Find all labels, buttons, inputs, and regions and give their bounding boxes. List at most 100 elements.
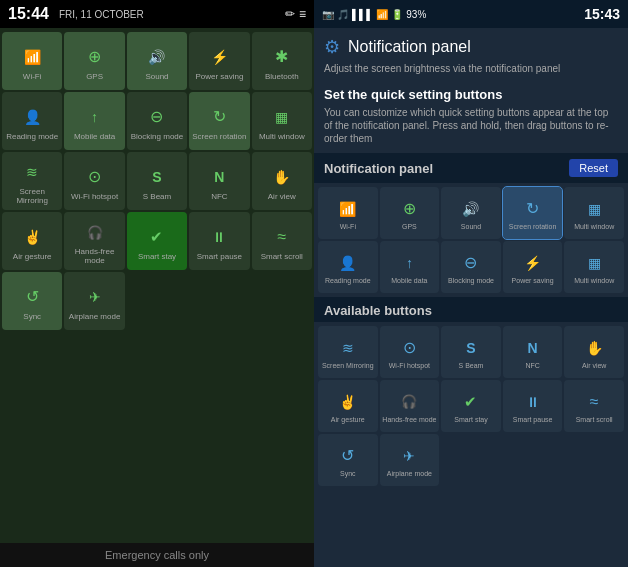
- right-item-power[interactable]: Power saving: [503, 241, 563, 293]
- smartpause-icon: [205, 223, 233, 251]
- quick-label-sync: Sync: [23, 313, 41, 322]
- quick-item-gesture[interactable]: Air gesture: [2, 212, 62, 270]
- right-item-blocking[interactable]: Blocking mode: [441, 241, 501, 293]
- right-item-rotation[interactable]: Screen rotation: [503, 187, 563, 239]
- panel-header-label: Notification panel: [324, 161, 433, 176]
- sync-icon: [18, 283, 46, 311]
- avail-mirror[interactable]: Screen Mirroring: [318, 326, 378, 378]
- section1-title: Set the quick setting buttons: [314, 81, 628, 106]
- avail-gesture[interactable]: Air gesture: [318, 380, 378, 432]
- nfc-icon: [205, 163, 233, 191]
- right-label-blocking: Blocking mode: [448, 277, 494, 285]
- active-buttons-grid: Wi-Fi GPS Sound Screen rotation Multi wi…: [314, 185, 628, 295]
- quick-item-mirror[interactable]: Screen Mirroring: [2, 152, 62, 210]
- quick-item-smartstay[interactable]: Smart stay: [127, 212, 187, 270]
- quick-label-hotspot: Wi-Fi hotspot: [71, 193, 118, 202]
- gps-icon: [81, 43, 109, 71]
- left-status-bar: 15:44 FRI, 11 OCTOBER ✏ ≡: [0, 0, 314, 28]
- left-status-icons: ✏ ≡: [285, 7, 306, 21]
- avail-sync[interactable]: Sync: [318, 434, 378, 486]
- right-label-wifi: Wi-Fi: [340, 223, 356, 231]
- reset-button[interactable]: Reset: [569, 159, 618, 177]
- avail-label-airplane: Airplane mode: [387, 470, 432, 478]
- sound-icon: [143, 43, 171, 71]
- avail-airview[interactable]: Air view: [564, 326, 624, 378]
- quick-item-wifi[interactable]: Wi-Fi: [2, 32, 62, 90]
- quick-label-bluetooth: Bluetooth: [265, 73, 299, 82]
- right-gps-icon: [397, 197, 421, 221]
- avail-nfc-icon: [521, 336, 545, 360]
- quick-item-bluetooth[interactable]: Bluetooth: [252, 32, 312, 90]
- blocking-icon: [143, 103, 171, 131]
- multi-icon: [268, 103, 296, 131]
- quick-item-hotspot[interactable]: Wi-Fi hotspot: [64, 152, 124, 210]
- quick-label-smartstay: Smart stay: [138, 253, 176, 262]
- quick-item-blocking[interactable]: Blocking mode: [127, 92, 187, 150]
- avail-sbeam[interactable]: S Beam: [441, 326, 501, 378]
- right-item-mobile[interactable]: Mobile data: [380, 241, 440, 293]
- quick-label-airplane: Airplane mode: [69, 313, 121, 322]
- avail-nfc[interactable]: NFC: [503, 326, 563, 378]
- avail-hotspot[interactable]: Wi-Fi hotspot: [380, 326, 440, 378]
- quick-label-smartscroll: Smart scroll: [261, 253, 303, 262]
- avail-airplane[interactable]: Airplane mode: [380, 434, 440, 486]
- right-label-multi2: Multi window: [574, 277, 614, 285]
- right-panel: 📷 🎵 ▌▌▌ 📶 🔋 93% 15:43 ⚙ Notification pan…: [314, 0, 628, 567]
- avail-smartpause[interactable]: Smart pause: [503, 380, 563, 432]
- quick-item-sbeam[interactable]: S Beam: [127, 152, 187, 210]
- right-item-reading[interactable]: Reading mode: [318, 241, 378, 293]
- quick-label-nfc: NFC: [211, 193, 227, 202]
- quick-item-gps[interactable]: GPS: [64, 32, 124, 90]
- avail-label-sbeam: S Beam: [459, 362, 484, 370]
- avail-label-smartpause: Smart pause: [513, 416, 553, 424]
- right-item-multi2[interactable]: Multi window: [564, 241, 624, 293]
- quick-item-rotation[interactable]: Screen rotation: [189, 92, 249, 150]
- quick-item-nfc[interactable]: NFC: [189, 152, 249, 210]
- avail-handsfree-icon: [397, 390, 421, 414]
- avail-smartscroll[interactable]: Smart scroll: [564, 380, 624, 432]
- quick-item-multi[interactable]: Multi window: [252, 92, 312, 150]
- quick-label-sound: Sound: [145, 73, 168, 82]
- sbeam-icon: [143, 163, 171, 191]
- emergency-calls-label: Emergency calls only: [0, 543, 314, 567]
- right-item-wifi[interactable]: Wi-Fi: [318, 187, 378, 239]
- right-rotation-icon: [521, 197, 545, 221]
- right-label-gps: GPS: [402, 223, 417, 231]
- avail-label-hotspot: Wi-Fi hotspot: [389, 362, 430, 370]
- right-mobile-icon: [397, 251, 421, 275]
- quick-item-sound[interactable]: Sound: [127, 32, 187, 90]
- right-sound-icon: [459, 197, 483, 221]
- quick-item-mobile[interactable]: Mobile data: [64, 92, 124, 150]
- right-blocking-icon: [459, 251, 483, 275]
- quick-label-wifi: Wi-Fi: [23, 73, 42, 82]
- avail-handsfree[interactable]: Hands-free mode: [380, 380, 440, 432]
- avail-label-mirror: Screen Mirroring: [322, 362, 374, 370]
- hotspot-icon: [81, 163, 109, 191]
- avail-smartpause-icon: [521, 390, 545, 414]
- right-item-multi[interactable]: Multi window: [564, 187, 624, 239]
- menu-icon: ≡: [299, 7, 306, 21]
- left-date: FRI, 11 OCTOBER: [59, 9, 144, 20]
- quick-label-multi: Multi window: [259, 133, 305, 142]
- quick-item-airplane[interactable]: Airplane mode: [64, 272, 124, 330]
- quick-item-smartscroll[interactable]: Smart scroll: [252, 212, 312, 270]
- quick-item-sync[interactable]: Sync: [2, 272, 62, 330]
- battery-percent: 93%: [406, 9, 426, 20]
- quick-item-reading[interactable]: Reading mode: [2, 92, 62, 150]
- smartscroll-icon: [268, 223, 296, 251]
- section1-desc: You can customize which quick setting bu…: [314, 106, 628, 151]
- avail-smartstay[interactable]: Smart stay: [441, 380, 501, 432]
- notification-header: ⚙ Notification panel: [314, 28, 628, 62]
- quick-label-reading: Reading mode: [6, 133, 58, 142]
- quick-item-power[interactable]: Power saving: [189, 32, 249, 90]
- notification-panel-title: Notification panel: [348, 38, 471, 56]
- quick-item-handsfree[interactable]: Hands-free mode: [64, 212, 124, 270]
- right-item-gps[interactable]: GPS: [380, 187, 440, 239]
- avail-sync-icon: [336, 444, 360, 468]
- available-section-title: Available buttons: [314, 297, 628, 322]
- quick-item-airview[interactable]: Air view: [252, 152, 312, 210]
- right-item-sound[interactable]: Sound: [441, 187, 501, 239]
- quick-item-smartpause[interactable]: Smart pause: [189, 212, 249, 270]
- rotation-icon: [205, 103, 233, 131]
- avail-sbeam-icon: [459, 336, 483, 360]
